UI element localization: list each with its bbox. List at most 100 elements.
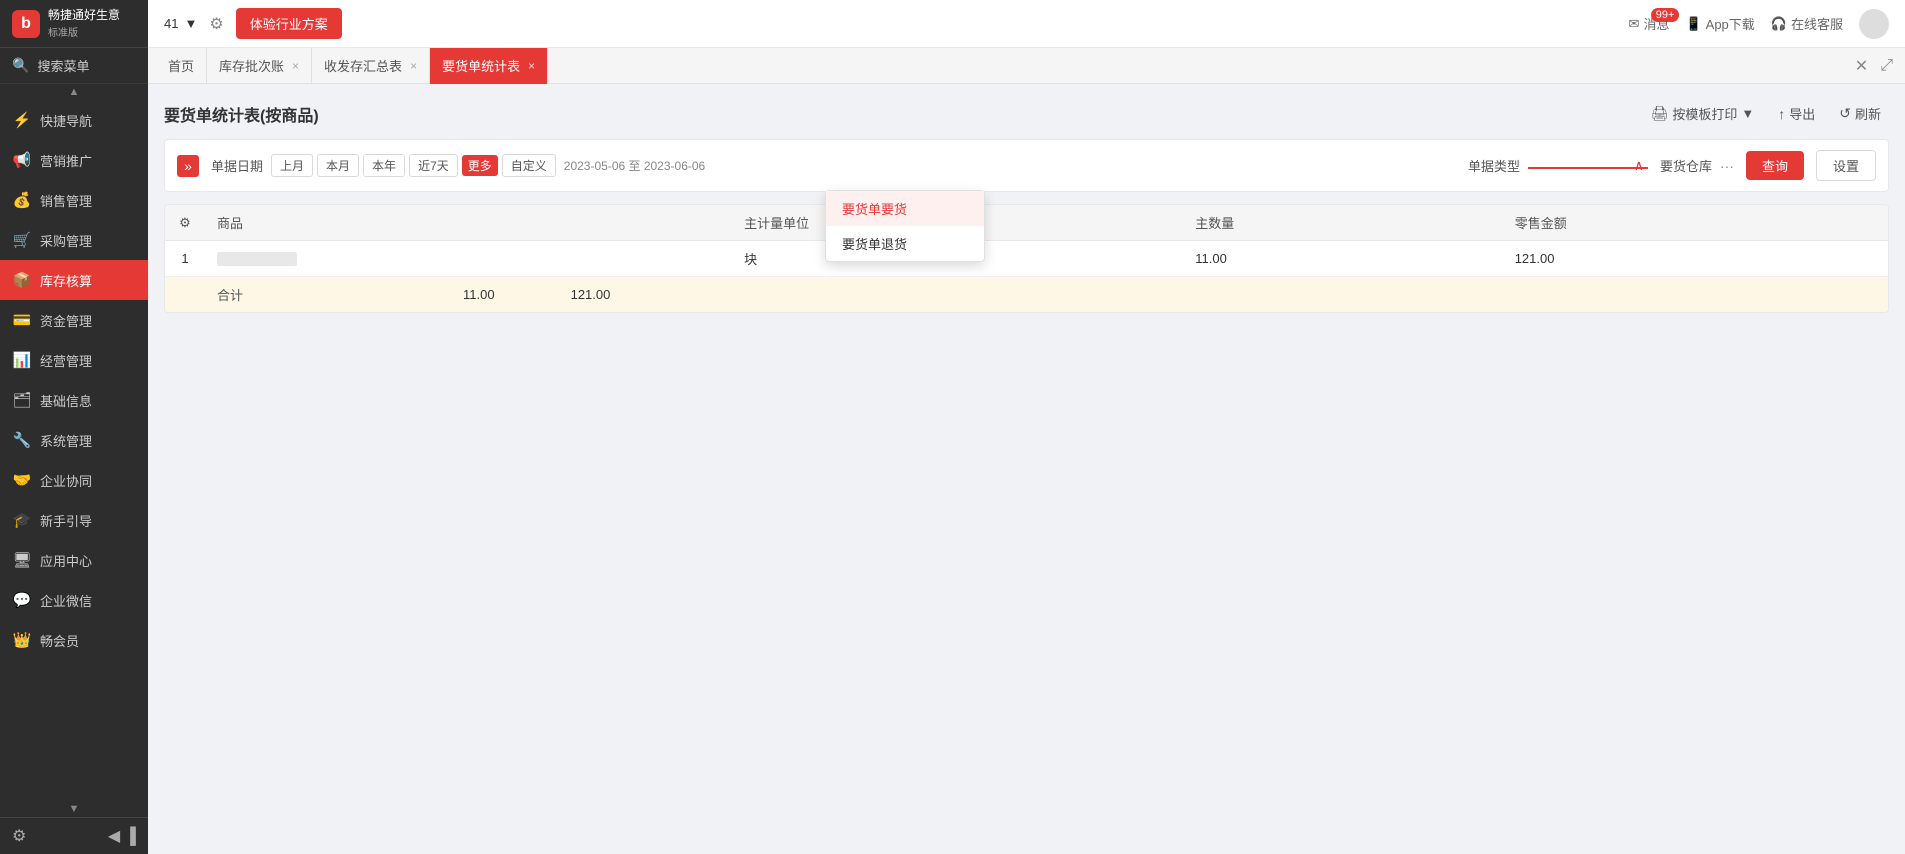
type-dropdown: 要货单要货 要货单退货 bbox=[825, 190, 985, 262]
table-cell-quantity: 11.00 bbox=[1183, 241, 1502, 277]
filter-prev-month-button[interactable]: 上月 bbox=[271, 154, 313, 177]
search-icon: 🔍 bbox=[12, 57, 29, 74]
filter-this-month-button[interactable]: 本月 bbox=[317, 154, 359, 177]
table-row: 1 块 11.00 121.00 bbox=[165, 241, 1888, 277]
dropdown-item-return[interactable]: 要货单退货 bbox=[826, 226, 984, 261]
sidebar-search-item[interactable]: 🔍 搜索菜单 bbox=[0, 48, 148, 84]
filter-search-button[interactable]: 查询 bbox=[1746, 151, 1804, 180]
dropdown-item-order[interactable]: 要货单要货 bbox=[826, 191, 984, 226]
table-header-product: 商品 bbox=[205, 205, 732, 241]
sidebar-item-inventory[interactable]: 📦 库存核算 bbox=[0, 260, 148, 300]
sidebar-item-member[interactable]: 👑 畅会员 bbox=[0, 620, 148, 660]
sidebar-item-label: 快捷导航 bbox=[40, 111, 92, 130]
refresh-button[interactable]: ↺ 刷新 bbox=[1831, 100, 1889, 127]
page-title: 要货单统计表(按商品) bbox=[164, 102, 319, 126]
tab-home[interactable]: 首页 bbox=[156, 48, 207, 84]
app-download-icon: 📱 bbox=[1685, 16, 1701, 32]
sidebar-item-purchase[interactable]: 🛒 采购管理 bbox=[0, 220, 148, 260]
tab-inventory-batch[interactable]: 库存批次账 × bbox=[207, 48, 312, 84]
marketing-icon: 📢 bbox=[12, 150, 32, 170]
user-avatar[interactable] bbox=[1859, 9, 1889, 39]
topbar-right: ✉ 消息 99+ 📱 App下载 🎧 在线客服 bbox=[1629, 9, 1889, 39]
tabbar-controls: ✕ ⤢ bbox=[1851, 52, 1897, 80]
sidebar-item-label: 应用中心 bbox=[40, 551, 92, 570]
sidebar-item-wechat[interactable]: 💬 企业微信 bbox=[0, 580, 148, 620]
filter-settings-button[interactable]: 设置 bbox=[1816, 150, 1876, 181]
table-footer-quantity: 11.00 bbox=[463, 287, 495, 302]
message-badge[interactable]: ✉ 消息 99+ bbox=[1629, 14, 1670, 33]
export-label: 导出 bbox=[1789, 104, 1815, 123]
filter-type-label: 单据类型 bbox=[1468, 156, 1520, 175]
sidebar-collapse-button[interactable]: ◀ ▐ bbox=[108, 826, 136, 846]
filter-date-group: 单据日期 上月 本月 本年 近7天 更多 自定义 2023-05-06 至 20… bbox=[211, 154, 705, 177]
sidebar-item-label: 库存核算 bbox=[40, 271, 92, 290]
sidebar-item-quick-nav[interactable]: ⚡ 快捷导航 bbox=[0, 100, 148, 140]
store-number: 41 bbox=[164, 16, 178, 31]
sidebar-item-app-center[interactable]: 🖥 应用中心 bbox=[0, 540, 148, 580]
tab-receive-summary[interactable]: 收发存汇总表 × bbox=[312, 48, 430, 84]
tab-order-stats-close[interactable]: × bbox=[528, 59, 535, 73]
print-button[interactable]: 🖨 按模板打印 ▼ bbox=[1643, 100, 1763, 127]
quick-nav-icon: ⚡ bbox=[12, 110, 32, 130]
enterprise-icon: 🤝 bbox=[12, 470, 32, 490]
sidebar-item-marketing[interactable]: 📢 营销推广 bbox=[0, 140, 148, 180]
sidebar-item-label: 企业微信 bbox=[40, 591, 92, 610]
sidebar-item-enterprise[interactable]: 🤝 企业协同 bbox=[0, 460, 148, 500]
table-cell-index: 1 bbox=[165, 241, 205, 277]
sidebar-item-sales[interactable]: 💰 销售管理 bbox=[0, 180, 148, 220]
scroll-down-indicator: ▼ bbox=[0, 801, 148, 817]
tab-expand-icon[interactable]: ⤢ bbox=[1876, 53, 1897, 79]
sales-icon: 💰 bbox=[12, 190, 32, 210]
filter-type-group: 单据类型 ∧ bbox=[1468, 156, 1648, 175]
store-dropdown-icon: ▼ bbox=[184, 16, 197, 31]
sidebar-item-management[interactable]: 📊 经营管理 bbox=[0, 340, 148, 380]
online-service-icon: 🎧 bbox=[1771, 16, 1787, 32]
filter-expand-button[interactable]: » bbox=[177, 155, 199, 177]
filter-more-button[interactable]: ··· bbox=[1720, 158, 1734, 174]
inventory-icon: 📦 bbox=[12, 270, 32, 290]
trial-button[interactable]: 体验行业方案 bbox=[236, 8, 342, 39]
online-service-btn[interactable]: 🎧 在线客服 bbox=[1771, 14, 1843, 33]
sidebar-item-basics[interactable]: 🗂 基础信息 bbox=[0, 380, 148, 420]
sidebar-item-label: 采购管理 bbox=[40, 231, 92, 250]
sidebar-item-system[interactable]: 🔧 系统管理 bbox=[0, 420, 148, 460]
app-logo-text: 畅捷通好生意 标准版 bbox=[48, 8, 120, 39]
filter-type-select-wrapper: ∧ bbox=[1528, 163, 1648, 169]
filter-date-custom-button[interactable]: 自定义 bbox=[502, 154, 556, 177]
filter-last7-button[interactable]: 近7天 bbox=[409, 154, 458, 177]
tabbar: 首页 库存批次账 × 收发存汇总表 × 要货单统计表 × ✕ ⤢ bbox=[148, 48, 1905, 84]
tab-inventory-batch-close[interactable]: × bbox=[292, 59, 299, 73]
sidebar-item-finance[interactable]: 💳 资金管理 bbox=[0, 300, 148, 340]
filter-date-label: 单据日期 bbox=[211, 156, 263, 175]
sidebar-footer-settings-icon[interactable]: ⚙ bbox=[12, 826, 26, 846]
online-service-label: 在线客服 bbox=[1791, 14, 1843, 33]
table-header-quantity: 主数量 bbox=[1183, 205, 1502, 241]
system-icon: 🔧 bbox=[12, 430, 32, 450]
sidebar-item-label: 企业协同 bbox=[40, 471, 92, 490]
app-download-btn[interactable]: 📱 App下载 bbox=[1685, 14, 1754, 33]
sidebar-logo: b 畅捷通好生意 标准版 bbox=[0, 0, 148, 48]
tab-order-stats-label: 要货单统计表 bbox=[442, 56, 520, 75]
filter-date-range: 2023-05-06 至 2023-06-06 bbox=[564, 157, 705, 174]
filter-date-more-button[interactable]: 更多 bbox=[462, 155, 498, 176]
print-icon: 🖨 bbox=[1651, 105, 1669, 122]
export-button[interactable]: ↑ 导出 bbox=[1770, 100, 1823, 127]
finance-icon: 💳 bbox=[12, 310, 32, 330]
tab-order-stats[interactable]: 要货单统计表 × bbox=[430, 48, 548, 84]
topbar-settings-icon[interactable]: ⚙ bbox=[209, 14, 223, 34]
filter-this-year-button[interactable]: 本年 bbox=[363, 154, 405, 177]
filter-type-select[interactable] bbox=[1528, 163, 1648, 169]
store-selector[interactable]: 41 ▼ bbox=[164, 16, 197, 31]
sidebar-item-label: 新手引导 bbox=[40, 511, 92, 530]
tab-close-all-icon[interactable]: ✕ bbox=[1851, 52, 1872, 80]
table-header-row: ⚙ 商品 主计量单位 主数量 零售金额 bbox=[165, 205, 1888, 241]
topbar-left: 41 ▼ ⚙ 体验行业方案 bbox=[164, 8, 342, 39]
message-count: 99+ bbox=[1651, 8, 1680, 22]
basics-icon: 🗂 bbox=[12, 390, 32, 410]
table-settings-icon[interactable]: ⚙ bbox=[179, 215, 191, 230]
product-placeholder bbox=[217, 252, 297, 266]
tab-receive-summary-close[interactable]: × bbox=[410, 59, 417, 73]
sidebar-item-guide[interactable]: 🎓 新手引导 bbox=[0, 500, 148, 540]
purchase-icon: 🛒 bbox=[12, 230, 32, 250]
tab-receive-summary-label: 收发存汇总表 bbox=[324, 56, 402, 75]
